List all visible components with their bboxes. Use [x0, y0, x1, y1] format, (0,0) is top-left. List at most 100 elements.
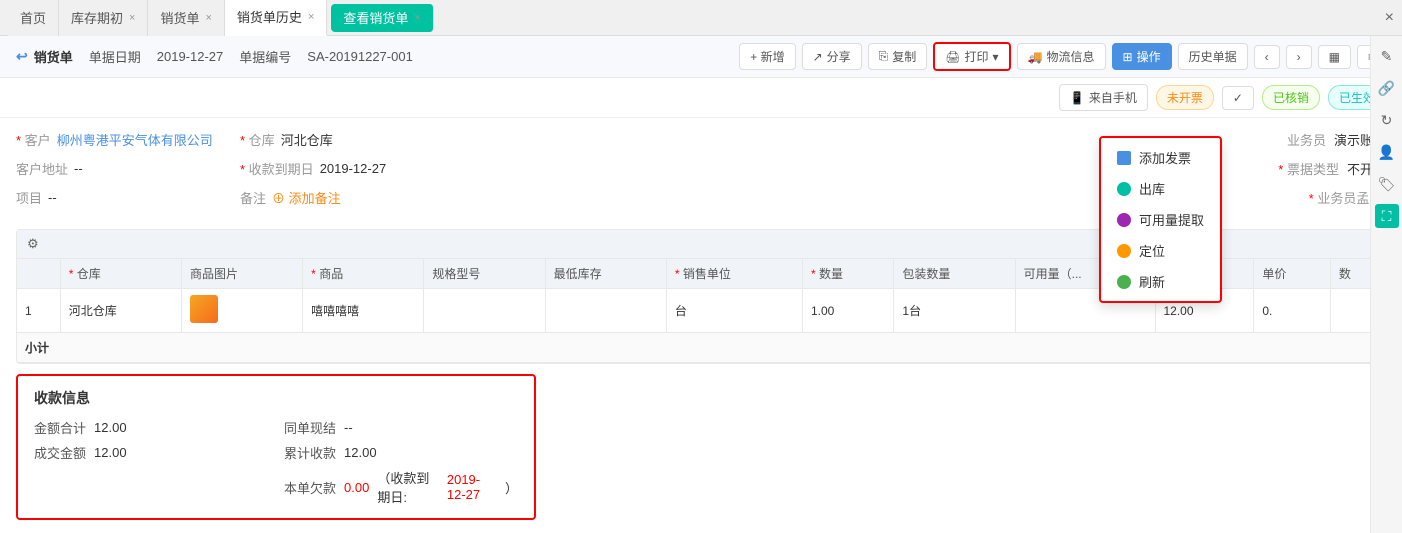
- close-inventory-tab[interactable]: ×: [129, 12, 135, 24]
- phone-button[interactable]: 📱 来自手机: [1059, 84, 1148, 111]
- product-image: [190, 295, 218, 323]
- doc-date-value: 2019-12-27: [157, 49, 224, 64]
- logistics-button[interactable]: 🚚 物流信息: [1017, 43, 1106, 70]
- cell-min-stock: [545, 289, 666, 333]
- doc-date-label: 单据日期: [89, 47, 141, 66]
- doc-number-label: 单据编号: [239, 47, 291, 66]
- col-qty: 数量: [803, 259, 894, 289]
- nav-prev-button[interactable]: ‹: [1254, 45, 1280, 69]
- add-note-button[interactable]: ⊕ 添加备注: [272, 188, 341, 207]
- project-label: 项目: [16, 188, 42, 207]
- sold-tag[interactable]: 已核销: [1262, 85, 1320, 110]
- address-field: 客户地址 --: [16, 159, 216, 178]
- new-button[interactable]: + 新增: [739, 43, 795, 70]
- same-order-value: --: [344, 420, 353, 435]
- share-button[interactable]: ↗ 分享: [802, 43, 862, 70]
- operator-label: 业务员: [1287, 130, 1326, 149]
- doc-meta: 单据日期 2019-12-27 单据编号 SA-20191227-001: [89, 47, 724, 66]
- cell-pkg-qty: 1台: [894, 289, 1015, 333]
- link-sidebar-icon[interactable]: 🔗: [1375, 76, 1399, 100]
- grid-icon: ⊞: [1123, 50, 1133, 64]
- tab-inventory-init[interactable]: 库存期初 ×: [59, 0, 148, 36]
- outbound-item[interactable]: 出库: [1101, 173, 1220, 204]
- due-date-value: 2019-12-27: [320, 161, 387, 176]
- due-date-field: 收款到期日 2019-12-27: [240, 159, 440, 178]
- balance-suffix: （收款到期日:: [377, 468, 439, 506]
- col-min-stock: 最低库存: [545, 259, 666, 289]
- cumulative-label: 累计收款: [284, 443, 336, 462]
- col-unit-price: 单价: [1254, 259, 1330, 289]
- copy-button[interactable]: ⎘ 复制: [868, 43, 928, 70]
- print-icon: 🖨: [945, 50, 960, 64]
- refresh-item[interactable]: 刷新: [1101, 266, 1220, 297]
- complete-button[interactable]: ✓: [1222, 86, 1254, 110]
- project-field: 项目 --: [16, 188, 216, 207]
- balance-end: ）: [505, 478, 518, 497]
- transaction-value: 12.00: [94, 445, 127, 460]
- col-image: 商品图片: [181, 259, 302, 289]
- right-sidebar: ✎ 🔗 ↻ 👤 🏷 ⛶: [1370, 36, 1402, 533]
- cell-unit: 台: [666, 289, 802, 333]
- add-invoice-item[interactable]: 添加发票: [1101, 142, 1220, 173]
- tab-view-sales-order[interactable]: 查看销货单 ×: [331, 4, 433, 32]
- cell-qty: 1.00: [803, 289, 894, 333]
- share-icon: ↗: [813, 50, 823, 64]
- note-label: 备注: [240, 188, 266, 207]
- print-dropdown-icon: ▾: [993, 50, 999, 64]
- customer-value[interactable]: 柳州粤港平安气体有限公司: [57, 130, 213, 149]
- phone-icon: 📱: [1070, 91, 1085, 105]
- subtotal-label: 小计: [17, 333, 1385, 363]
- amount-total-label: 金额合计: [34, 418, 86, 437]
- print-button[interactable]: 🖨 打印 ▾: [933, 42, 1010, 71]
- balance-value: 0.00: [344, 480, 369, 495]
- cell-spec: [424, 289, 545, 333]
- open-ticket-tag[interactable]: 未开票: [1156, 85, 1214, 110]
- add-invoice-icon: [1117, 151, 1131, 165]
- tab-sales-history[interactable]: 销货单历史 ×: [225, 0, 327, 36]
- operations-dropdown: 添加发票 出库 可用量提取 定位 刷新: [1099, 136, 1222, 303]
- available-qty-item[interactable]: 可用量提取: [1101, 204, 1220, 235]
- warehouse-value: 河北仓库: [281, 130, 333, 149]
- action-bar: 📱 来自手机 未开票 ✓ 已核销 已生效: [0, 78, 1402, 118]
- cell-no: 1: [17, 289, 60, 333]
- nav-next-button[interactable]: ›: [1286, 45, 1312, 69]
- available-qty-icon: [1117, 213, 1131, 227]
- expand-sidebar-icon[interactable]: ⛶: [1375, 204, 1399, 228]
- table-settings-icon[interactable]: ⚙: [27, 236, 39, 252]
- user-sidebar-icon[interactable]: 👤: [1375, 140, 1399, 164]
- operations-button[interactable]: ⊞ 操作: [1112, 43, 1172, 70]
- refresh-icon: [1117, 275, 1131, 289]
- transaction-item: 成交金额 12.00: [34, 443, 268, 462]
- window-close-button[interactable]: ×: [1385, 9, 1394, 27]
- close-history-tab[interactable]: ×: [308, 11, 314, 23]
- tab-home[interactable]: 首页: [8, 0, 59, 36]
- note-field: 备注 ⊕ 添加备注: [240, 188, 440, 207]
- cumulative-value: 12.00: [344, 445, 377, 460]
- edit-sidebar-icon[interactable]: ✎: [1375, 44, 1399, 68]
- toolbar-right: + 新增 ↗ 分享 ⎘ 复制 🖨 打印 ▾ 🚚 物流信息: [739, 42, 1386, 71]
- close-view-tab[interactable]: ×: [414, 12, 420, 24]
- warehouse-field: 仓库 河北仓库: [240, 130, 440, 149]
- ticket-label: 票据类型: [1278, 159, 1339, 178]
- refresh-sidebar-icon[interactable]: ↻: [1375, 108, 1399, 132]
- history-button[interactable]: 历史单据: [1178, 43, 1248, 70]
- doc-title: ↩ 销货单: [16, 47, 73, 66]
- doc-number-value: SA-20191227-001: [307, 49, 413, 64]
- close-sales-tab[interactable]: ×: [205, 12, 211, 24]
- locate-item[interactable]: 定位: [1101, 235, 1220, 266]
- col-product: 商品: [303, 259, 424, 289]
- subtotal-row: 小计: [17, 333, 1385, 363]
- due-date-label: 收款到期日: [240, 159, 314, 178]
- amount-total-item: 金额合计 12.00: [34, 418, 268, 437]
- tag-sidebar-icon[interactable]: 🏷: [1375, 172, 1399, 196]
- salesperson-label: 业务员孟: [1309, 188, 1370, 207]
- payment-box: 收款信息 金额合计 12.00 同单现结 -- 成交金额 12.00 累计收款 …: [16, 374, 536, 520]
- copy-icon: ⎘: [879, 49, 889, 64]
- same-order-label: 同单现结: [284, 418, 336, 437]
- col-pkg-qty: 包装数量: [894, 259, 1015, 289]
- tab-sales-order[interactable]: 销货单 ×: [148, 0, 224, 36]
- address-value: --: [74, 161, 83, 176]
- cell-image: [181, 289, 302, 333]
- grid-view-button[interactable]: ▦: [1318, 45, 1351, 69]
- doc-icon: ↩: [16, 48, 28, 65]
